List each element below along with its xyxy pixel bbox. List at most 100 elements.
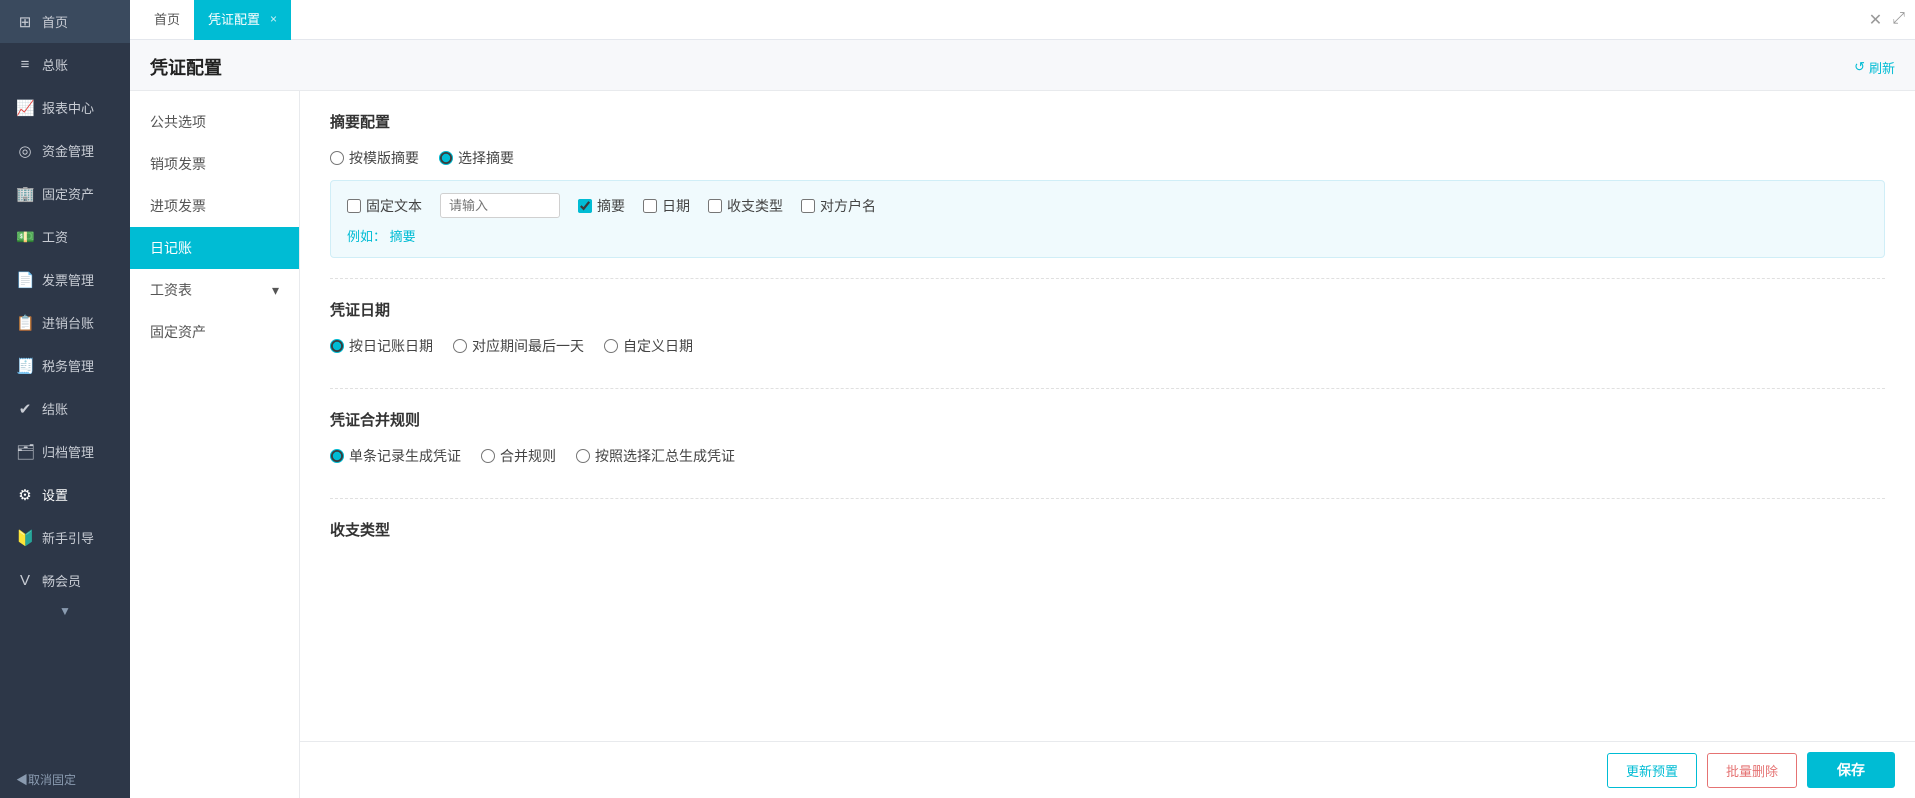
radio-group-merge-rules: 单条记录生成凭证 合并规则 按照选择汇总生成凭证 <box>330 446 1885 466</box>
tab-close-icon[interactable]: × <box>270 12 277 26</box>
reports-icon: 📈 <box>16 99 34 117</box>
page-wrapper: 凭证配置 ↺ 刷新 公共选项 销项发票 进项发票 日记账 <box>130 40 1915 798</box>
page-header: 凭证配置 ↺ 刷新 <box>130 40 1915 91</box>
section-voucher-date: 凭证日期 按日记账日期 对应期间最后一天 <box>330 299 1885 389</box>
archive-icon: 🗂 <box>16 443 34 461</box>
radio-template-abstract[interactable]: 按模版摘要 <box>330 148 419 168</box>
checkbox-items: 固定文本 摘要 日期 <box>347 193 1868 218</box>
left-nav-item-purchase-invoice[interactable]: 进项发票 <box>130 185 299 227</box>
sidebar-item-reports[interactable]: 📈 报表中心 <box>0 86 130 129</box>
radio-custom-date-input[interactable] <box>604 339 618 353</box>
sidebar-item-ledger[interactable]: ≡ 总账 <box>0 43 130 86</box>
vip-icon: V <box>16 572 34 589</box>
radio-summary-voucher-input[interactable] <box>576 449 590 463</box>
sidebar-item-tax[interactable]: 🧾 税务管理 <box>0 344 130 387</box>
radio-summary-voucher[interactable]: 按照选择汇总生成凭证 <box>576 446 735 466</box>
window-close-button[interactable]: ✕ <box>1869 10 1882 30</box>
radio-last-day-input[interactable] <box>453 339 467 353</box>
example-text: 例如： 摘要 <box>347 226 1868 245</box>
radio-single-record-input[interactable] <box>330 449 344 463</box>
checkbox-counterpart[interactable]: 对方户名 <box>801 196 876 216</box>
assets-icon: 🏢 <box>16 185 34 203</box>
checkbox-abstract[interactable]: 摘要 <box>578 196 625 216</box>
inner-layout: 公共选项 销项发票 进项发票 日记账 工资表 ▾ 固定资产 <box>130 91 1915 798</box>
checkbox-fixed-text-input[interactable] <box>347 199 361 213</box>
home-icon: ⊞ <box>16 13 34 31</box>
sidebar-scroll-down[interactable]: ▼ <box>0 602 130 620</box>
window-controls: ✕ ⤢ <box>1869 10 1905 30</box>
sidebar-item-close[interactable]: ✔ 结账 <box>0 387 130 430</box>
sidebar-item-home[interactable]: ⊞ 首页 <box>0 0 130 43</box>
sidebar-item-invoice[interactable]: 📄 发票管理 <box>0 258 130 301</box>
update-preview-button[interactable]: 更新预置 <box>1607 753 1697 788</box>
checkbox-income-type[interactable]: 收支类型 <box>708 196 783 216</box>
checkbox-date[interactable]: 日期 <box>643 196 690 216</box>
checkbox-abstract-input[interactable] <box>578 199 592 213</box>
ledger-icon: ≡ <box>16 56 34 73</box>
radio-single-record[interactable]: 单条记录生成凭证 <box>330 446 461 466</box>
radio-select-abstract[interactable]: 选择摘要 <box>439 148 514 168</box>
radio-last-day[interactable]: 对应期间最后一天 <box>453 336 584 356</box>
right-panel: 摘要配置 按模版摘要 选择摘要 <box>300 91 1915 798</box>
checkbox-date-input[interactable] <box>643 199 657 213</box>
section-abstract: 摘要配置 按模版摘要 选择摘要 <box>330 111 1885 279</box>
save-button[interactable]: 保存 <box>1807 752 1895 788</box>
left-nav-item-public[interactable]: 公共选项 <box>130 101 299 143</box>
sidebar-item-sales-ledger[interactable]: 📋 进销台账 <box>0 301 130 344</box>
main-area: 首页 凭证配置 × ✕ ⤢ 凭证配置 ↺ 刷新 公共选项 <box>130 0 1915 798</box>
radio-template-abstract-input[interactable] <box>330 151 344 165</box>
left-nav-item-sales-invoice[interactable]: 销项发票 <box>130 143 299 185</box>
section-title-income-type: 收支类型 <box>330 519 1885 540</box>
left-nav-item-payroll[interactable]: 工资表 ▾ <box>130 269 299 311</box>
checkbox-income-type-input[interactable] <box>708 199 722 213</box>
right-content: 摘要配置 按模版摘要 选择摘要 <box>300 91 1915 741</box>
sidebar-item-archive[interactable]: 🗂 归档管理 <box>0 430 130 473</box>
sidebar-item-assets[interactable]: 🏢 固定资产 <box>0 172 130 215</box>
sidebar-unpin-button[interactable]: ◀取消固定 <box>0 761 130 798</box>
settings-icon: ⚙ <box>16 486 34 504</box>
sidebar: ⊞ 首页 ≡ 总账 📈 报表中心 ◎ 资金管理 🏢 固定资产 💵 工资 📄 发票… <box>0 0 130 798</box>
radio-journal-date-input[interactable] <box>330 339 344 353</box>
guide-icon: 🔰 <box>16 529 34 547</box>
sidebar-item-guide[interactable]: 🔰 新手引导 <box>0 516 130 559</box>
left-nav-item-journal[interactable]: 日记账 <box>130 227 299 269</box>
radio-merge-rules-input[interactable] <box>481 449 495 463</box>
refresh-button[interactable]: ↺ 刷新 <box>1854 58 1895 77</box>
sales-ledger-icon: 📋 <box>16 314 34 332</box>
section-income-type: 收支类型 <box>330 519 1885 576</box>
radio-group-voucher-date: 按日记账日期 对应期间最后一天 自定义日期 <box>330 336 1885 356</box>
tab-voucher-config[interactable]: 凭证配置 × <box>194 0 291 40</box>
tab-bar: 首页 凭证配置 × ✕ ⤢ <box>130 0 1915 40</box>
close-accounts-icon: ✔ <box>16 400 34 418</box>
sidebar-item-settings[interactable]: ⚙ 设置 <box>0 473 130 516</box>
bottom-bar: 更新预置 批量删除 保存 <box>300 741 1915 798</box>
left-nav: 公共选项 销项发票 进项发票 日记账 工资表 ▾ 固定资产 <box>130 91 300 798</box>
sidebar-item-vip[interactable]: V 畅会员 <box>0 559 130 602</box>
section-title-voucher-date: 凭证日期 <box>330 299 1885 320</box>
radio-group-abstract: 按模版摘要 选择摘要 <box>330 148 1885 168</box>
tax-icon: 🧾 <box>16 357 34 375</box>
checkbox-fixed-text[interactable]: 固定文本 <box>347 196 422 216</box>
radio-merge-rules[interactable]: 合并规则 <box>481 446 556 466</box>
invoice-icon: 📄 <box>16 271 34 289</box>
refresh-icon: ↺ <box>1854 59 1865 75</box>
sidebar-item-funds[interactable]: ◎ 资金管理 <box>0 129 130 172</box>
radio-select-abstract-input[interactable] <box>439 151 453 165</box>
page-title: 凭证配置 <box>150 54 222 80</box>
left-nav-item-fixed-assets[interactable]: 固定资产 <box>130 311 299 353</box>
section-title-merge-rules: 凭证合并规则 <box>330 409 1885 430</box>
radio-custom-date[interactable]: 自定义日期 <box>604 336 693 356</box>
batch-delete-button[interactable]: 批量删除 <box>1707 753 1797 788</box>
abstract-checkbox-row: 固定文本 摘要 日期 <box>330 180 1885 258</box>
window-expand-button[interactable]: ⤢ <box>1892 10 1905 30</box>
tab-home[interactable]: 首页 <box>140 0 194 40</box>
chevron-down-icon: ▾ <box>272 282 279 299</box>
funds-icon: ◎ <box>16 142 34 160</box>
section-merge-rules: 凭证合并规则 单条记录生成凭证 合并规则 <box>330 409 1885 499</box>
salary-icon: 💵 <box>16 228 34 246</box>
sidebar-item-salary[interactable]: 💵 工资 <box>0 215 130 258</box>
fixed-text-input[interactable] <box>440 193 560 218</box>
section-title-abstract: 摘要配置 <box>330 111 1885 132</box>
checkbox-counterpart-input[interactable] <box>801 199 815 213</box>
radio-by-journal-date[interactable]: 按日记账日期 <box>330 336 433 356</box>
